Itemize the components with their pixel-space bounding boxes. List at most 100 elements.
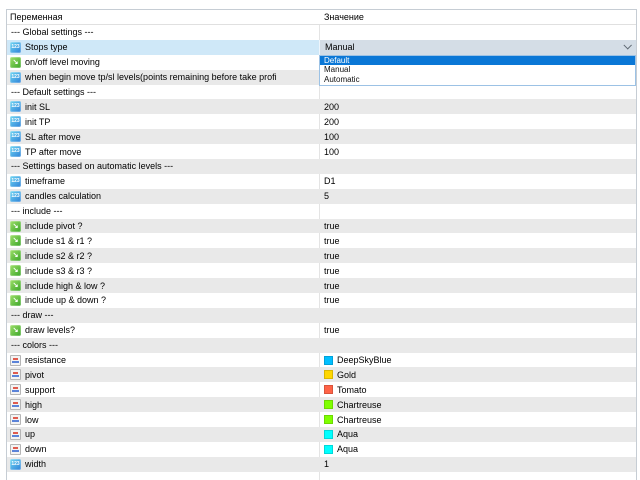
param-value-cell[interactable]: true <box>319 278 636 293</box>
param-value-cell[interactable]: Aqua <box>319 427 636 442</box>
section-label: --- include --- <box>11 206 63 217</box>
color-icon <box>10 384 21 396</box>
param-label: width <box>25 459 47 470</box>
color-swatch <box>324 444 333 454</box>
param-value-cell[interactable]: Chartreuse <box>319 397 636 412</box>
section-label: --- draw --- <box>11 310 54 321</box>
numeric-icon: 123 <box>10 175 21 187</box>
numeric-icon: 123 <box>10 458 21 470</box>
column-header-value[interactable]: Значение <box>319 10 636 24</box>
table-row[interactable]: 123 init TP 200 <box>7 114 636 129</box>
param-value: true <box>324 280 340 291</box>
param-label: include up & down ? <box>25 295 107 306</box>
param-label: on/off level moving <box>25 57 100 68</box>
param-value: true <box>324 325 340 336</box>
param-value: Gold <box>337 369 357 380</box>
param-value-cell[interactable]: Tomato <box>319 382 636 397</box>
bool-icon: ↘ <box>10 56 21 68</box>
column-header-variable[interactable]: Переменная <box>7 10 319 24</box>
param-value-cell[interactable]: 200 <box>319 99 636 114</box>
param-label: down <box>25 444 47 455</box>
param-label: TP after move <box>25 146 82 157</box>
param-value-cell[interactable]: 200 <box>319 114 636 129</box>
param-value: 100 <box>324 131 340 142</box>
numeric-icon: 123 <box>10 146 21 158</box>
param-value-cell[interactable]: true <box>319 233 636 248</box>
param-value-cell[interactable]: 1 <box>319 457 636 472</box>
param-label: SL after move <box>25 131 81 142</box>
stops-type-combobox[interactable]: Manual <box>319 39 636 55</box>
param-label: timeframe <box>25 176 66 187</box>
param-label: init TP <box>25 116 51 127</box>
param-value-cell[interactable]: 100 <box>319 129 636 144</box>
param-label: candles calculation <box>25 191 102 202</box>
param-value-cell[interactable]: true <box>319 248 636 263</box>
table-row[interactable]: resistance DeepSkyBlue <box>7 353 636 368</box>
param-label: low <box>25 414 39 425</box>
param-value-cell <box>319 308 636 323</box>
color-icon <box>10 414 21 426</box>
param-value: 100 <box>324 146 340 157</box>
param-value-cell[interactable]: 100 <box>319 144 636 159</box>
section-label: --- Default settings --- <box>11 87 97 97</box>
param-value: true <box>324 221 340 232</box>
dropdown-item[interactable]: Automatic <box>320 75 635 85</box>
param-value-cell[interactable]: true <box>319 293 636 308</box>
table-row[interactable]: 123 timeframe D1 <box>7 174 636 189</box>
table-row[interactable]: ↘ include s1 & r1 ? true <box>7 233 636 248</box>
bool-icon: ↘ <box>10 220 21 232</box>
table-row[interactable]: 123 TP after move 100 <box>7 144 636 159</box>
param-label: support <box>25 384 56 395</box>
section-label: --- colors --- <box>11 340 58 351</box>
param-value-cell[interactable]: Chartreuse <box>319 412 636 427</box>
param-label: include s3 & r3 ? <box>25 265 93 276</box>
parameters-table: Переменная Значение --- Global settings … <box>6 9 637 480</box>
table-row[interactable]: support Tomato <box>7 382 636 397</box>
table-row[interactable]: pivot Gold <box>7 367 636 383</box>
param-value: Tomato <box>337 384 367 395</box>
table-row[interactable]: 123 SL after move 100 <box>7 129 636 145</box>
table-row[interactable]: high Chartreuse <box>7 397 636 413</box>
param-value-cell[interactable]: Gold <box>319 367 636 382</box>
param-value-cell[interactable]: DeepSkyBlue <box>319 353 636 368</box>
table-row[interactable]: 123 width 1 <box>7 456 636 472</box>
color-icon <box>10 354 21 366</box>
param-value-cell[interactable]: true <box>319 323 636 338</box>
table-row[interactable]: low Chartreuse <box>7 412 636 427</box>
table-row[interactable]: ↘ include high & low ? true <box>7 278 636 294</box>
param-value-cell[interactable]: 5 <box>319 189 636 204</box>
chevron-down-icon <box>623 41 632 50</box>
color-icon <box>10 369 21 381</box>
bool-icon: ↘ <box>10 265 21 277</box>
table-row[interactable]: down Aqua <box>7 442 636 457</box>
numeric-icon: 123 <box>10 190 21 202</box>
section-row: --- Global settings --- <box>7 25 636 40</box>
table-row[interactable]: 123 init SL 200 <box>7 99 636 115</box>
table-row[interactable]: ↘ include s2 & r2 ? true <box>7 248 636 264</box>
section-label: --- Global settings --- <box>11 27 94 38</box>
param-value: 200 <box>324 116 340 127</box>
param-label: include pivot ? <box>25 221 83 232</box>
table-row[interactable]: ↘ draw levels? true <box>7 323 636 338</box>
param-label: pivot <box>25 369 45 380</box>
table-row[interactable]: ↘ include up & down ? true <box>7 293 636 308</box>
section-row: --- Default settings --- <box>7 85 636 100</box>
table-row[interactable]: 123 candles calculation 5 <box>7 188 636 204</box>
table-row[interactable]: ↘ include s3 & r3 ? true <box>7 263 636 278</box>
bool-icon: ↘ <box>10 280 21 292</box>
table-row[interactable]: 123 Stops type Manual <box>7 39 636 55</box>
table-row[interactable]: ↘ include pivot ? true <box>7 218 636 234</box>
param-value-cell[interactable]: Aqua <box>319 442 636 457</box>
param-label: include s1 & r1 ? <box>25 235 93 246</box>
table-row[interactable]: up Aqua <box>7 427 636 442</box>
color-swatch <box>324 429 333 439</box>
color-icon <box>10 443 21 455</box>
param-value-cell[interactable]: true <box>319 219 636 234</box>
combobox-value: Manual <box>325 42 355 53</box>
param-value-cell[interactable]: true <box>319 263 636 278</box>
dropdown-item[interactable]: Manual <box>320 65 635 75</box>
dropdown-item[interactable]: Default <box>320 55 635 66</box>
param-label: up <box>25 429 36 440</box>
param-value-cell[interactable]: D1 <box>319 174 636 189</box>
param-value-cell <box>319 85 636 100</box>
